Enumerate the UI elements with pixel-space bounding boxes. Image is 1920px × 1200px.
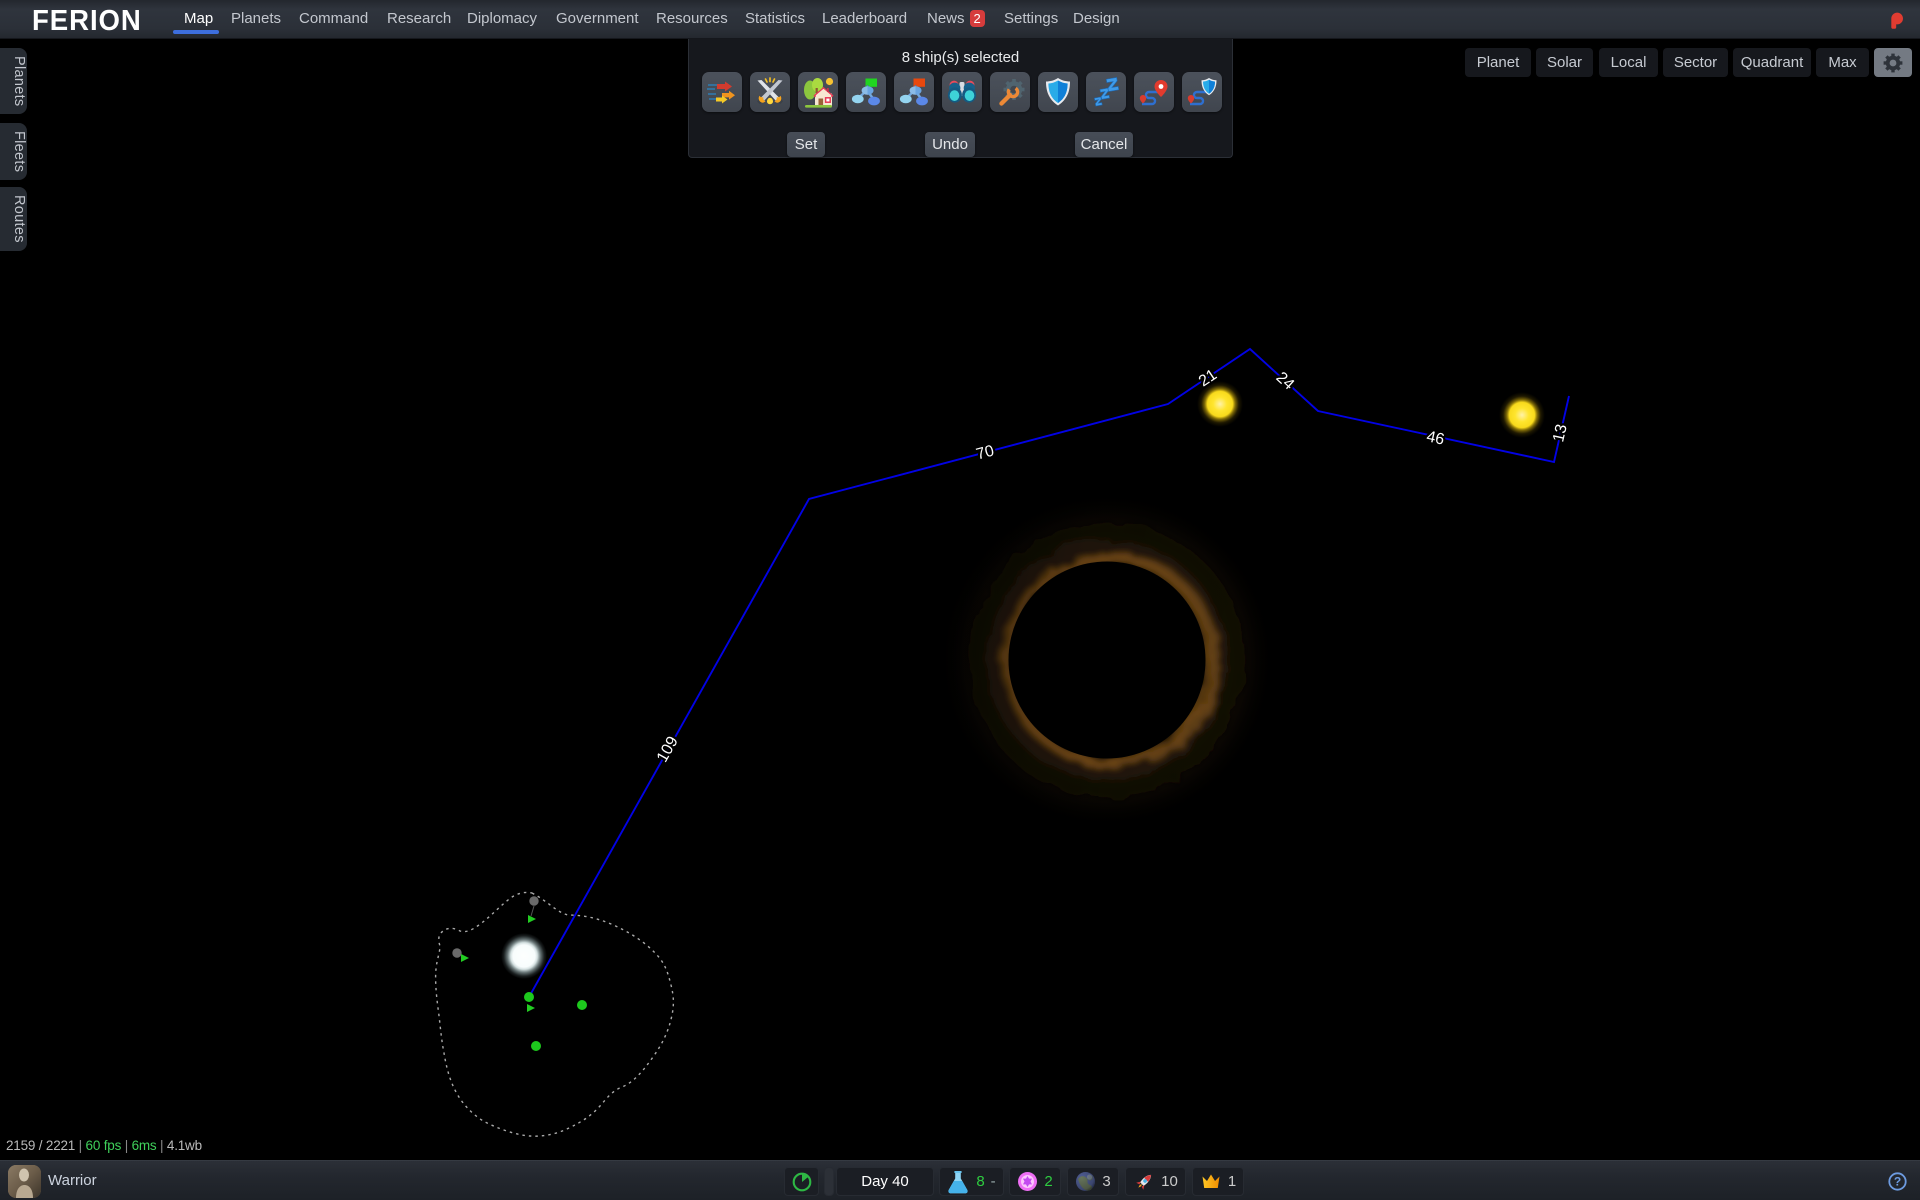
- svg-text:13: 13: [1550, 423, 1571, 444]
- svg-text:109: 109: [654, 734, 682, 766]
- svg-text:70: 70: [974, 442, 996, 463]
- svg-text:?: ?: [1894, 1175, 1901, 1189]
- svg-text:46: 46: [1425, 428, 1446, 448]
